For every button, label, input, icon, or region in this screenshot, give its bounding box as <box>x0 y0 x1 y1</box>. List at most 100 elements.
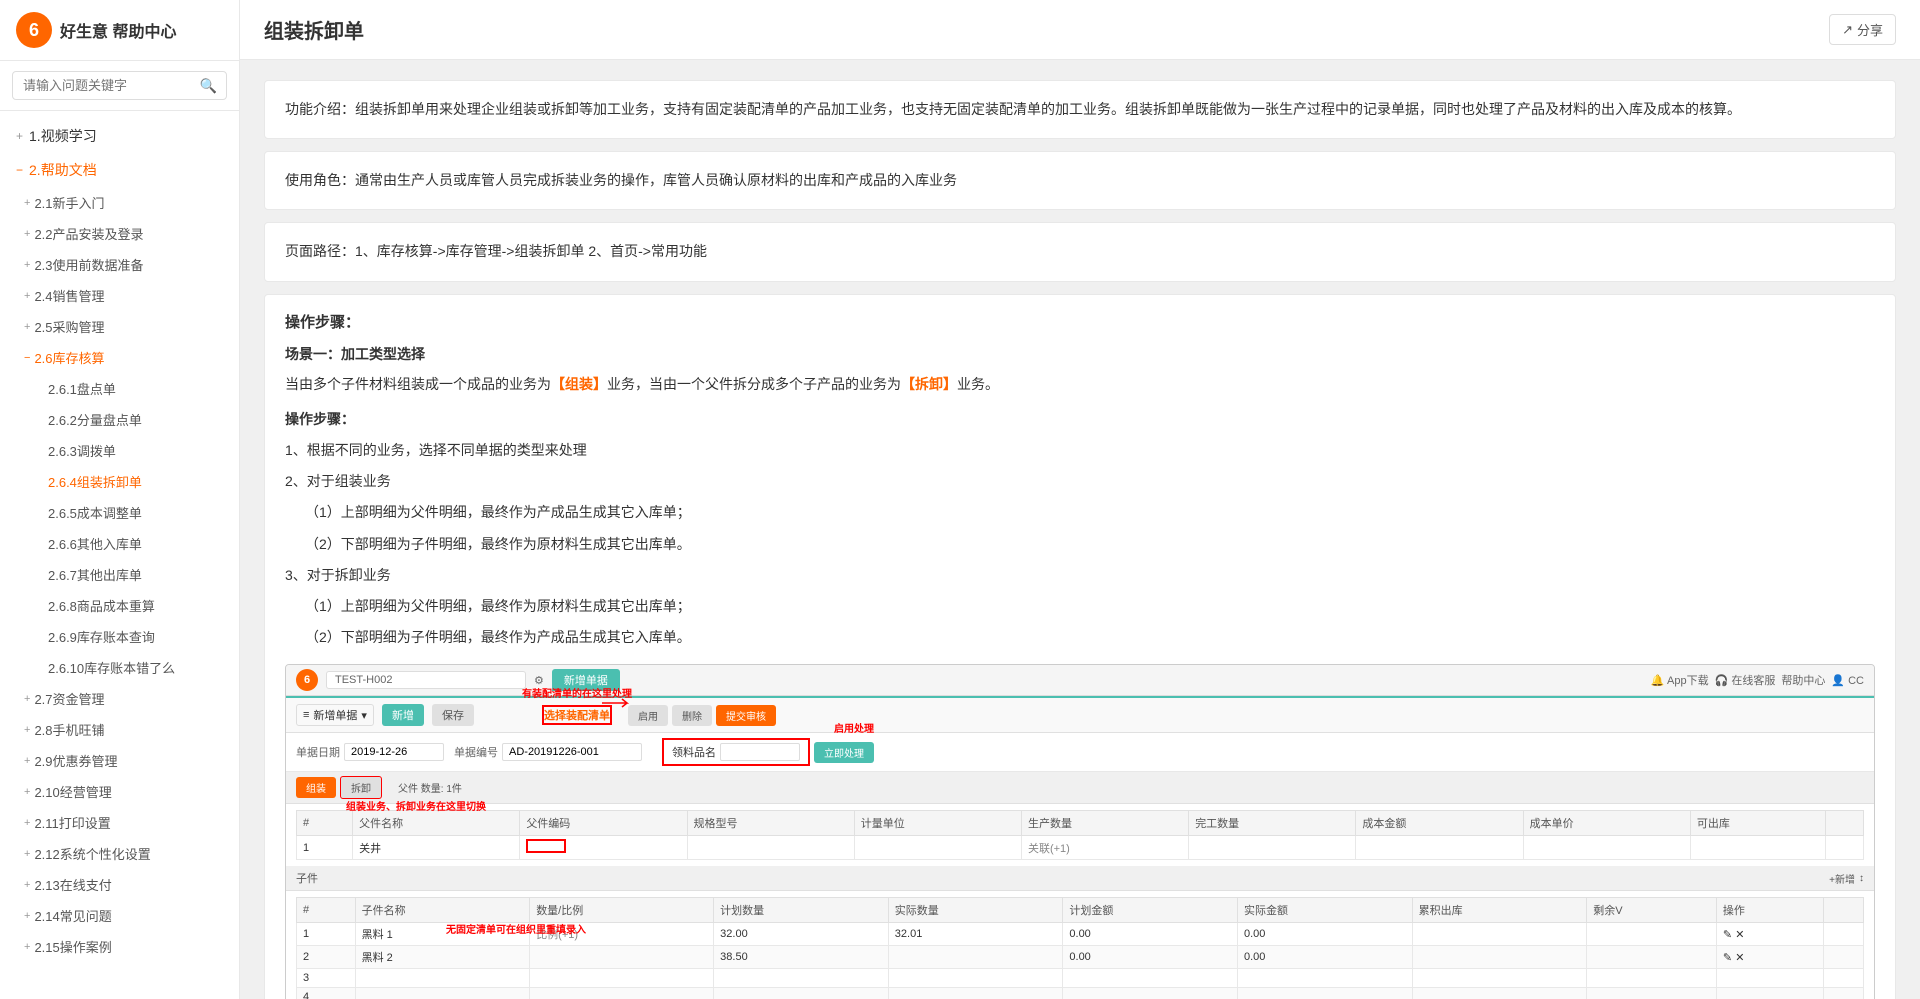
ss-tab-disassembly[interactable]: 拆卸 <box>340 776 382 799</box>
sidebar-group-sales[interactable]: + 2.4销售管理 <box>0 280 239 311</box>
search-box[interactable]: 🔍 <box>0 61 239 111</box>
sidebar-group-install[interactable]: + 2.2产品安装及登录 <box>0 218 239 249</box>
table-row: 1 关井 关联(+1) <box>297 836 1864 860</box>
ss-url: TEST-H002 <box>326 671 526 689</box>
search-input[interactable] <box>12 71 227 100</box>
plus-icon-7: + <box>24 693 30 705</box>
share-button[interactable]: ↗ 分享 <box>1829 14 1896 45</box>
minus-icon-2: − <box>24 352 30 364</box>
ss-btn-approve[interactable]: 启用 <box>628 705 668 726</box>
ss-top-table: # 父件名称 父件编码 规格型号 计量单位 生产数量 完工数量 成本金额 成本单 <box>296 810 1864 860</box>
app-title: 好生意 帮助中心 <box>60 18 176 42</box>
plus-icon-5: + <box>24 290 30 302</box>
ss-icons: 🔔 App下载 🎧 在线客服 帮助中心 👤 CC <box>1651 672 1864 688</box>
ss-btn-save[interactable]: 保存 <box>432 704 474 726</box>
annotation-no-bom: 无固定清单可在组织里重填录入 <box>446 921 586 936</box>
sidebar-print-label: 2.11打印设置 <box>34 813 110 832</box>
ops-title: 操作步骤： <box>285 311 1875 332</box>
sidebar-item-videos[interactable]: + 1.视频学习 <box>0 119 239 153</box>
table-row: 3 <box>297 969 1864 988</box>
sidebar-item-other-in[interactable]: 2.6.6其他入库单 <box>0 528 239 559</box>
sidebar-newbie-label: 2.1新手入门 <box>34 193 104 212</box>
sidebar-sales-label: 2.4销售管理 <box>34 286 104 305</box>
sidebar-item-cost[interactable]: 2.6.5成本调整单 <box>0 497 239 528</box>
sidebar-group-voucher[interactable]: + 2.9优惠券管理 <box>0 745 239 776</box>
ss-body: ≡ 新增单据 ▾ 新增 保存 选择装配清单 有装配清单 <box>286 696 1874 999</box>
sidebar-item-videos-label: 1.视频学习 <box>29 126 97 146</box>
sidebar-group-ops[interactable]: + 2.10经营管理 <box>0 776 239 807</box>
plus-icon-4: + <box>24 259 30 271</box>
sidebar-group-cases[interactable]: + 2.15操作案例 <box>0 931 239 962</box>
sidebar-item-assembly[interactable]: 2.6.4组装拆卸单 <box>0 466 239 497</box>
plus-icon-12: + <box>24 848 30 860</box>
step3-sub2: （2）下部明细为子件明细，最终作为产成品生成其它入库单。 <box>305 625 1875 650</box>
sidebar-group-inventory[interactable]: − 2.6库存核算 2.6.1盘点单 2.6.2分量盘点单 2.6.3调拨单 2… <box>0 342 239 683</box>
sidebar-item-docs[interactable]: − 2.帮助文档 + 2.1新手入门 + 2.2产品安装及登录 <box>0 153 239 962</box>
sidebar-group-system[interactable]: + 2.12系统个性化设置 <box>0 838 239 869</box>
scene1-desc: 当由多个子件材料组装成一个成品的业务为【组装】业务，当由一个父件拆分成多个子产品… <box>285 372 1875 397</box>
plus-icon-3: + <box>24 228 30 240</box>
plus-icon-6: + <box>24 321 30 333</box>
plus-icon-11: + <box>24 817 30 829</box>
ss-btn-submit[interactable]: 提交审核 <box>716 705 776 726</box>
ss-bottom-table: # 子件名称 数量/比例 计划数量 实际数量 计划金额 实际金额 累积出库 剩余 <box>296 897 1864 999</box>
intro-block: 功能介绍：组装拆卸单用来处理企业组装或拆卸等加工业务，支持有固定装配清单的产品加… <box>264 80 1896 139</box>
sidebar-group-mobile[interactable]: + 2.8手机旺铺 <box>0 714 239 745</box>
step3: 3、对于拆卸业务 <box>285 563 1875 588</box>
path-block: 页面路径：1、库存核算->库存管理->组装拆卸单 2、首页->常用功能 <box>264 222 1896 281</box>
ss-tab-assembly[interactable]: 组装 <box>296 777 336 798</box>
search-icon: 🔍 <box>200 77 217 94</box>
role-text: 使用角色：通常由生产人员或库管人员完成拆装业务的操作，库管人员确认原材料的出库和… <box>285 168 1875 193</box>
sidebar-item-inv-error[interactable]: 2.6.10库存账本错了么 <box>0 652 239 683</box>
plus-icon-13: + <box>24 879 30 891</box>
sidebar-item-goods-cost[interactable]: 2.6.8商品成本重算 <box>0 590 239 621</box>
sidebar-item-stocktake[interactable]: 2.6.1盘点单 <box>0 373 239 404</box>
page-title: 组装拆卸单 <box>264 15 364 44</box>
share-icon: ↗ <box>1842 22 1853 38</box>
ss-order-input[interactable] <box>502 743 642 761</box>
path-text: 页面路径：1、库存核算->库存管理->组装拆卸单 2、首页->常用功能 <box>285 239 1875 264</box>
sidebar-system-label: 2.12系统个性化设置 <box>34 844 150 863</box>
annotation-enable: 启用处理 <box>834 720 874 735</box>
ss-btn-delete[interactable]: 删除 <box>672 705 712 726</box>
plus-icon-8: + <box>24 724 30 736</box>
sidebar-group-print[interactable]: + 2.11打印设置 <box>0 807 239 838</box>
step1: 1、根据不同的业务，选择不同单据的类型来处理 <box>285 438 1875 463</box>
ss-form-row1: 单据日期 单据编号 领料品名 <box>286 733 1874 772</box>
ss-right-panel: 领料品名 <box>662 738 810 766</box>
sidebar-item-partial[interactable]: 2.6.2分量盘点单 <box>0 404 239 435</box>
plus-icon-2: + <box>24 197 30 209</box>
ss-btn-confirm[interactable]: 立即处理 <box>814 742 874 763</box>
sidebar-group-purchase[interactable]: + 2.5采购管理 <box>0 311 239 342</box>
sidebar-inventory-label: 2.6库存核算 <box>34 348 104 367</box>
sidebar-data-label: 2.3使用前数据准备 <box>34 255 143 274</box>
sidebar-group-payment[interactable]: + 2.13在线支付 <box>0 869 239 900</box>
ss-btn-teal[interactable]: 新增 <box>382 704 424 726</box>
sidebar-purchase-label: 2.5采购管理 <box>34 317 104 336</box>
ss-toolbar: ≡ 新增单据 ▾ 新增 保存 选择装配清单 有装配清单 <box>286 698 1874 733</box>
sidebar-group-newbie[interactable]: + 2.1新手入门 <box>0 187 239 218</box>
sidebar-group-faq[interactable]: + 2.14常见问题 <box>0 900 239 931</box>
sidebar-faq-label: 2.14常见问题 <box>34 906 111 925</box>
sidebar-mobile-label: 2.8手机旺铺 <box>34 720 104 739</box>
ss-material-input[interactable] <box>720 743 800 761</box>
ss-date-input[interactable] <box>344 743 444 761</box>
scene1-title: 场景一：加工类型选择 <box>285 344 1875 364</box>
ss-sub-section-header: 子件 +新增 ↕ <box>286 866 1874 891</box>
main-content: 组装拆卸单 ↗ 分享 功能介绍：组装拆卸单用来处理企业组装或拆卸等加工业务，支持… <box>240 0 1920 999</box>
plus-icon-14: + <box>24 910 30 922</box>
minus-icon: − <box>16 163 23 177</box>
table-row: 2 黑料 2 38.50 0.00 0.00 <box>297 946 1864 969</box>
sidebar-item-other-out[interactable]: 2.6.7其他出库单 <box>0 559 239 590</box>
sidebar-group-finance[interactable]: + 2.7资金管理 <box>0 683 239 714</box>
sidebar-item-inv-check[interactable]: 2.6.9库存账本查询 <box>0 621 239 652</box>
ss-logo: 6 <box>296 669 318 691</box>
page-header: 组装拆卸单 ↗ 分享 <box>240 0 1920 60</box>
ss-section-header: 组装 拆卸 父件 数量: 1件 组装业务、拆卸业务在这里切换 <box>286 772 1874 804</box>
sidebar-item-adjust[interactable]: 2.6.3调拨单 <box>0 435 239 466</box>
steps-section: 操作步骤： 场景一：加工类型选择 当由多个子件材料组装成一个成品的业务为【组装】… <box>264 294 1896 999</box>
sidebar-group-data[interactable]: + 2.3使用前数据准备 <box>0 249 239 280</box>
sidebar-header: 6 好生意 帮助中心 <box>0 0 239 61</box>
app-logo: 6 <box>16 12 52 48</box>
plus-icon: + <box>16 129 23 143</box>
